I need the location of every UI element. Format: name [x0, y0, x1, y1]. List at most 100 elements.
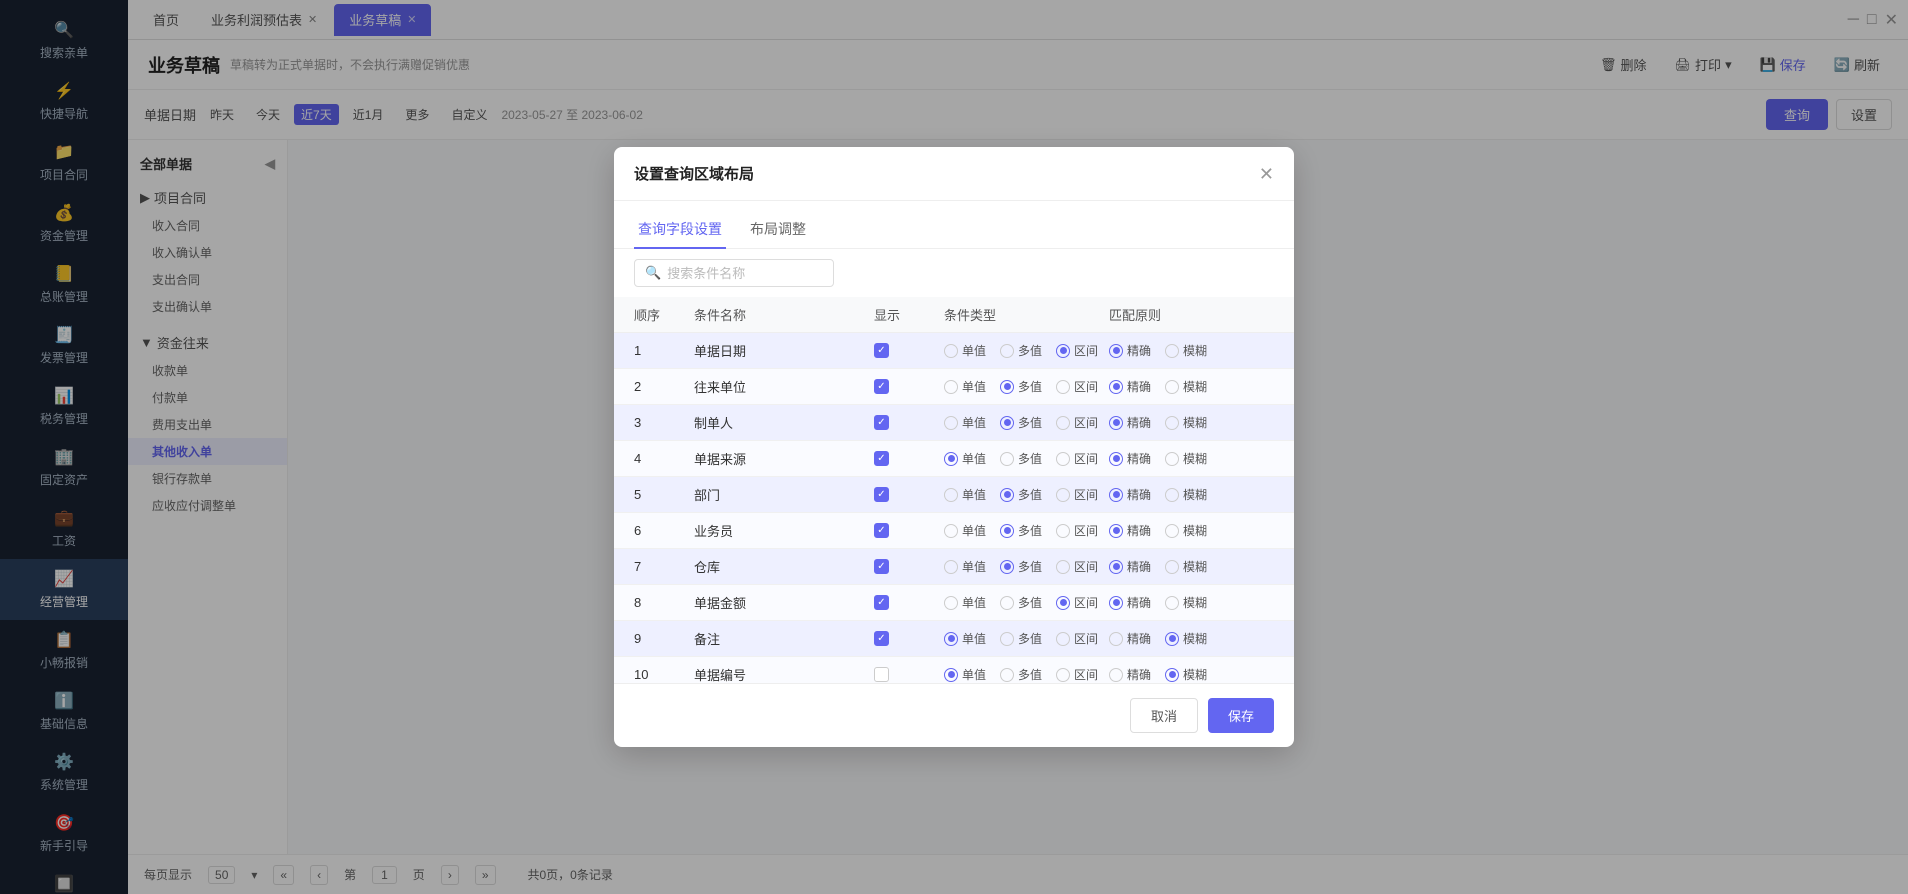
- radio-exact[interactable]: 精确: [1109, 558, 1151, 575]
- dialog-close-button[interactable]: ✕: [1259, 165, 1274, 183]
- radio-fuzzy[interactable]: 模糊: [1165, 666, 1207, 683]
- radio-multi[interactable]: 多值: [1000, 666, 1042, 683]
- radio-single[interactable]: 单值: [944, 342, 986, 359]
- radio-fuzzy[interactable]: 模糊: [1165, 486, 1207, 503]
- display-cell[interactable]: ✓: [874, 343, 944, 358]
- radio-exact[interactable]: 精确: [1109, 522, 1151, 539]
- radio-range[interactable]: 区间: [1056, 558, 1098, 575]
- radio-range[interactable]: 区间: [1056, 414, 1098, 431]
- radio-fuzzy[interactable]: 模糊: [1165, 414, 1207, 431]
- cancel-button[interactable]: 取消: [1130, 698, 1198, 733]
- radio-range[interactable]: 区间: [1056, 522, 1098, 539]
- radio-fuzzy[interactable]: 模糊: [1165, 342, 1207, 359]
- radio-exact-circle: [1109, 488, 1123, 502]
- radio-fuzzy[interactable]: 模糊: [1165, 378, 1207, 395]
- match-rule-cell: 精确 模糊: [1109, 558, 1274, 575]
- radio-multi[interactable]: 多值: [1000, 486, 1042, 503]
- radio-single[interactable]: 单值: [944, 450, 986, 467]
- display-checkbox[interactable]: ✓: [874, 487, 889, 502]
- radio-range[interactable]: 区间: [1056, 630, 1098, 647]
- radio-multi[interactable]: 多值: [1000, 414, 1042, 431]
- display-checkbox[interactable]: ✓: [874, 343, 889, 358]
- radio-multi[interactable]: 多值: [1000, 522, 1042, 539]
- display-cell[interactable]: ✓: [874, 379, 944, 394]
- radio-range[interactable]: 区间: [1056, 378, 1098, 395]
- dialog-footer: 取消 保存: [614, 683, 1294, 747]
- radio-range[interactable]: 区间: [1056, 342, 1098, 359]
- search-input[interactable]: [667, 266, 823, 281]
- radio-multi[interactable]: 多值: [1000, 378, 1042, 395]
- radio-single[interactable]: 单值: [944, 522, 986, 539]
- radio-single-circle: [944, 380, 958, 394]
- display-cell[interactable]: ✓: [874, 451, 944, 466]
- radio-multi[interactable]: 多值: [1000, 450, 1042, 467]
- display-checkbox[interactable]: [874, 667, 889, 682]
- display-checkbox[interactable]: ✓: [874, 631, 889, 646]
- radio-exact[interactable]: 精确: [1109, 594, 1151, 611]
- radio-multi[interactable]: 多值: [1000, 558, 1042, 575]
- dialog-table: 顺序 条件名称 显示 条件类型 匹配原则 1 单据日期 ✓ 单值 多值 区间: [614, 297, 1294, 683]
- radio-single-circle: [944, 560, 958, 574]
- match-rule-group: 精确 模糊: [1109, 630, 1207, 647]
- dialog-title: 设置查询区域布局: [634, 163, 754, 184]
- radio-range[interactable]: 区间: [1056, 594, 1098, 611]
- radio-single[interactable]: 单值: [944, 666, 986, 683]
- radio-single[interactable]: 单值: [944, 630, 986, 647]
- display-cell[interactable]: ✓: [874, 559, 944, 574]
- search-icon: 🔍: [645, 265, 661, 281]
- radio-exact[interactable]: 精确: [1109, 486, 1151, 503]
- radio-single[interactable]: 单值: [944, 378, 986, 395]
- radio-multi[interactable]: 多值: [1000, 594, 1042, 611]
- display-checkbox[interactable]: ✓: [874, 595, 889, 610]
- display-cell[interactable]: ✓: [874, 595, 944, 610]
- radio-range[interactable]: 区间: [1056, 450, 1098, 467]
- radio-multi-circle: [1000, 452, 1014, 466]
- display-checkbox[interactable]: ✓: [874, 379, 889, 394]
- save-button[interactable]: 保存: [1208, 698, 1274, 733]
- radio-exact[interactable]: 精确: [1109, 450, 1151, 467]
- radio-exact[interactable]: 精确: [1109, 414, 1151, 431]
- radio-single[interactable]: 单值: [944, 486, 986, 503]
- radio-multi-circle: [1000, 560, 1014, 574]
- table-row: 9 备注 ✓ 单值 多值 区间 精确: [614, 621, 1294, 657]
- radio-single[interactable]: 单值: [944, 558, 986, 575]
- radio-multi[interactable]: 多值: [1000, 630, 1042, 647]
- dialog-tab-layout[interactable]: 布局调整: [746, 211, 810, 249]
- radio-range[interactable]: 区间: [1056, 666, 1098, 683]
- radio-fuzzy-circle: [1165, 668, 1179, 682]
- display-checkbox[interactable]: ✓: [874, 451, 889, 466]
- display-cell[interactable]: ✓: [874, 415, 944, 430]
- condition-type-group: 单值 多值 区间: [944, 414, 1098, 431]
- display-cell[interactable]: [874, 667, 944, 682]
- display-cell[interactable]: ✓: [874, 487, 944, 502]
- match-rule-group: 精确 模糊: [1109, 450, 1207, 467]
- radio-exact[interactable]: 精确: [1109, 378, 1151, 395]
- radio-multi[interactable]: 多值: [1000, 342, 1042, 359]
- radio-exact[interactable]: 精确: [1109, 630, 1151, 647]
- dialog-tabs: 查询字段设置 布局调整: [614, 201, 1294, 249]
- display-checkbox[interactable]: ✓: [874, 559, 889, 574]
- radio-exact[interactable]: 精确: [1109, 666, 1151, 683]
- order-cell: 2: [634, 379, 694, 394]
- display-cell[interactable]: ✓: [874, 523, 944, 538]
- display-checkbox[interactable]: ✓: [874, 415, 889, 430]
- display-checkbox[interactable]: ✓: [874, 523, 889, 538]
- radio-fuzzy[interactable]: 模糊: [1165, 522, 1207, 539]
- radio-multi-circle: [1000, 668, 1014, 682]
- condition-type-cell: 单值 多值 区间: [944, 558, 1109, 575]
- dialog-tab-field-settings[interactable]: 查询字段设置: [634, 211, 726, 249]
- radio-range[interactable]: 区间: [1056, 486, 1098, 503]
- field-name-cell: 单据编号: [694, 665, 874, 683]
- radio-range-circle: [1056, 596, 1070, 610]
- search-box: 🔍: [634, 259, 834, 287]
- match-rule-group: 精确 模糊: [1109, 342, 1207, 359]
- display-cell[interactable]: ✓: [874, 631, 944, 646]
- radio-fuzzy[interactable]: 模糊: [1165, 630, 1207, 647]
- radio-fuzzy[interactable]: 模糊: [1165, 594, 1207, 611]
- radio-single[interactable]: 单值: [944, 414, 986, 431]
- radio-exact[interactable]: 精确: [1109, 342, 1151, 359]
- radio-fuzzy[interactable]: 模糊: [1165, 450, 1207, 467]
- radio-single[interactable]: 单值: [944, 594, 986, 611]
- condition-type-group: 单值 多值 区间: [944, 378, 1098, 395]
- radio-fuzzy[interactable]: 模糊: [1165, 558, 1207, 575]
